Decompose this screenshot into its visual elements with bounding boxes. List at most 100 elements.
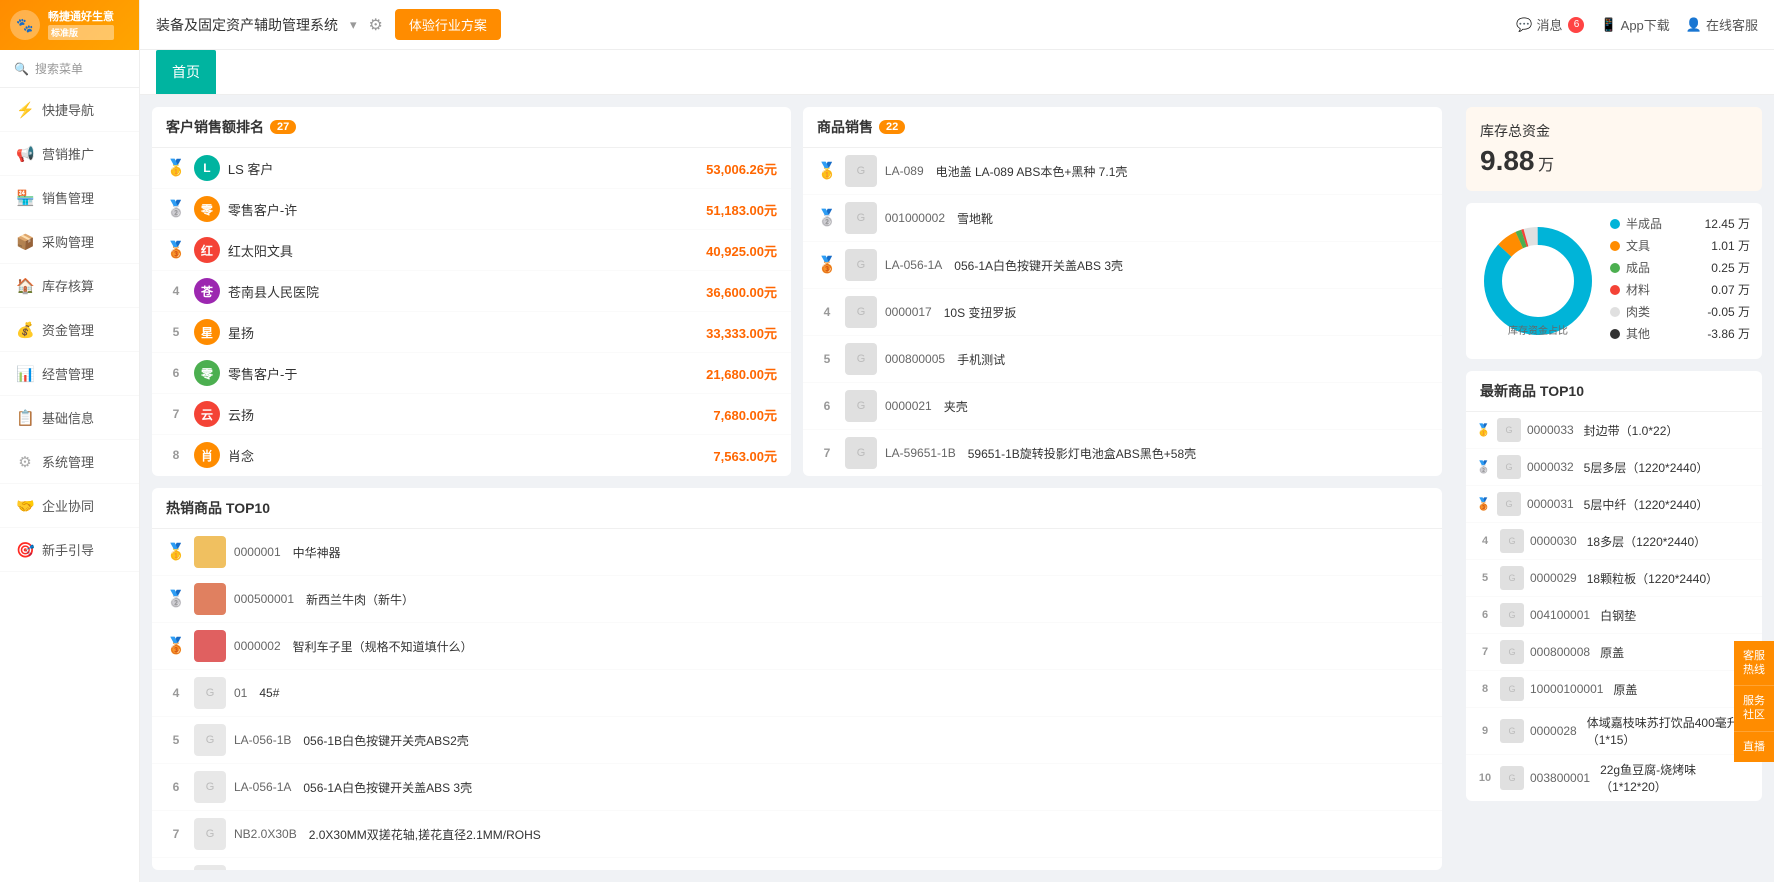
new-prod-num: 10 [1476,772,1494,784]
app-download-button[interactable]: 📱 App下载 [1600,15,1669,34]
hot-prod-image [194,630,226,662]
hot-prod-num: 6 [166,780,186,794]
rank-medal: 🥇 [166,158,186,178]
rank-amount: 33,333.00元 [706,323,777,342]
new-prod-icon: G [1500,677,1524,701]
cs-widget-button[interactable]: 客服热线 [1734,641,1774,687]
rank-name: 红太阳文具 [228,241,698,260]
sidebar-item-sysadmin[interactable]: ⚙ 系统管理 [0,440,139,484]
prod-icon: G [845,249,877,281]
new-prod-name: 5层中纤（1220*2440） [1584,496,1752,513]
sidebar-item-corpcolab[interactable]: 🤝 企业协同 [0,484,139,528]
rank-avatar: L [194,155,220,181]
hot-prod-num: 7 [166,827,186,841]
hot-prod-icon: G [194,865,226,870]
prod-num: 6 [817,399,837,413]
rank-amount: 36,600.00元 [706,282,777,301]
prod-name: 雪地靴 [957,210,1428,227]
sidebar-item-newbie[interactable]: 🎯 新手引导 [0,528,139,572]
hot-prod-code: NB2.0X30B [234,827,297,841]
rank-medal: 🥉 [166,240,186,260]
left-panel: 客户销售额排名 27 🥇 L LS 客户 53,006.26元 🥈 零 零售客户… [140,95,1454,882]
newest-product-row: 10 G 003800001 22g鱼豆腐-烧烤味（1*12*20） [1466,755,1762,801]
new-prod-icon: G [1500,640,1524,664]
hot-prod-medal: 🥈 [166,589,186,609]
search-menu[interactable]: 🔍 搜索菜单 [0,50,139,88]
hot-prod-code: LA-056-1A [234,780,291,794]
rank-name: 肖念 [228,446,705,465]
new-prod-icon: G [1500,766,1524,790]
system-title: 装备及固定资产辅助管理系统 [156,15,338,35]
nav-icon-finance: 💰 [16,321,34,339]
prod-code: 000800005 [885,352,945,366]
trial-button[interactable]: 体验行业方案 [395,9,501,40]
table-row: 🥈 零 零售客户-许 51,183.00元 [152,189,791,230]
hot-prod-code: LA-056-1B [234,733,291,747]
legend-name: 半成品 [1626,215,1699,232]
inventory-legend: 半成品 12.45 万 文具 1.01 万 成品 0.25 万 材料 0.07 … [1610,215,1750,347]
nav-label-sysadmin: 系统管理 [42,452,94,471]
rank-name: 苍南县人民医院 [228,282,698,301]
settings-icon[interactable]: ⚙ [369,15,383,35]
sidebar-item-inventory[interactable]: 🏠 库存核算 [0,264,139,308]
sidebar-item-purchase[interactable]: 📦 采购管理 [0,220,139,264]
new-prod-name: 原盖 [1613,681,1752,698]
sidebar-item-basicinfo[interactable]: 📋 基础信息 [0,396,139,440]
customer-ranking-header: 客户销售额排名 27 [152,107,791,148]
prod-medal: 🥉 [817,255,837,275]
newest-products-header: 最新商品 TOP10 [1466,371,1762,412]
nav-icon-sales: 🏪 [16,189,34,207]
tab-home[interactable]: 首页 [156,50,216,94]
prod-code: LA-089 [885,164,924,178]
rank-avatar: 肖 [194,442,220,468]
rank-amount: 51,183.00元 [706,200,777,219]
nav-label-newbie: 新手引导 [42,540,94,559]
prod-icon: G [845,343,877,375]
system-dropdown-icon[interactable]: ▾ [350,17,357,33]
sidebar-item-operations[interactable]: 📊 经营管理 [0,352,139,396]
online-service-button[interactable]: 👤 在线客服 [1686,15,1758,34]
new-prod-num: 5 [1476,572,1494,584]
legend-name: 成品 [1626,259,1705,276]
sidebar-item-finance[interactable]: 💰 资金管理 [0,308,139,352]
content-area: 客户销售额排名 27 🥇 L LS 客户 53,006.26元 🥈 零 零售客户… [140,95,1774,882]
rank-avatar: 星 [194,319,220,345]
rank-avatar: 零 [194,360,220,386]
cs-widget-button[interactable]: 直播 [1734,732,1774,762]
new-prod-name: 体域嘉枝味苏打饮品400毫升（1*15） [1587,714,1752,748]
new-prod-name: 22g鱼豆腐-烧烤味（1*12*20） [1600,761,1752,795]
nav-icon-corpcolab: 🤝 [16,497,34,515]
sidebar-item-sales[interactable]: 🏪 销售管理 [0,176,139,220]
hot-prod-medal: 🥇 [166,542,186,562]
legend-dot [1610,285,1620,295]
hot-prod-name: 056-1A白色按键开关盖ABS 3壳 [303,779,1428,796]
rank-avatar: 云 [194,401,220,427]
legend-dot [1610,263,1620,273]
new-prod-code: 000800008 [1530,645,1590,659]
nav-label-sales: 销售管理 [42,188,94,207]
new-prod-code: 004100001 [1530,608,1590,622]
newest-product-row: 4 G 0000030 18多层（1220*2440） [1466,523,1762,560]
hot-product-row: 5 G LA-056-1B 056-1B白色按键开关壳ABS2壳 [152,717,1442,764]
messages-button[interactable]: 💬 消息 6 [1516,15,1584,34]
nav-icon-marketing: 📢 [16,145,34,163]
prod-num: 4 [817,305,837,319]
hot-prod-code: 0000002 [234,639,281,653]
new-prod-icon: G [1500,529,1524,553]
rank-amount: 7,563.00元 [713,446,777,465]
table-row: 7 云 云扬 7,680.00元 [152,394,791,435]
rank-amount: 7,680.00元 [713,405,777,424]
product-row: 4 G 0000017 10S 变扭罗扳 [803,289,1442,336]
sidebar-item-quicknav[interactable]: ⚡ 快捷导航 [0,88,139,132]
rank-name: LS 客户 [228,159,698,178]
new-prod-medal: 🥈 [1476,460,1491,474]
hot-product-row: 🥇 0000001 中华神器 [152,529,1442,576]
rank-avatar: 零 [194,196,220,222]
new-prod-name: 18颗粒板（1220*2440） [1587,570,1752,587]
donut-label: 库存资金占比 [1478,322,1598,341]
top-header: 装备及固定资产辅助管理系统 ▾ ⚙ 体验行业方案 💬 消息 6 📱 App下载 … [140,0,1774,50]
cs-widget-button[interactable]: 服务社区 [1734,686,1774,732]
new-prod-icon: G [1500,566,1524,590]
inventory-amount: 9.88 [1480,145,1535,176]
sidebar-item-marketing[interactable]: 📢 营销推广 [0,132,139,176]
